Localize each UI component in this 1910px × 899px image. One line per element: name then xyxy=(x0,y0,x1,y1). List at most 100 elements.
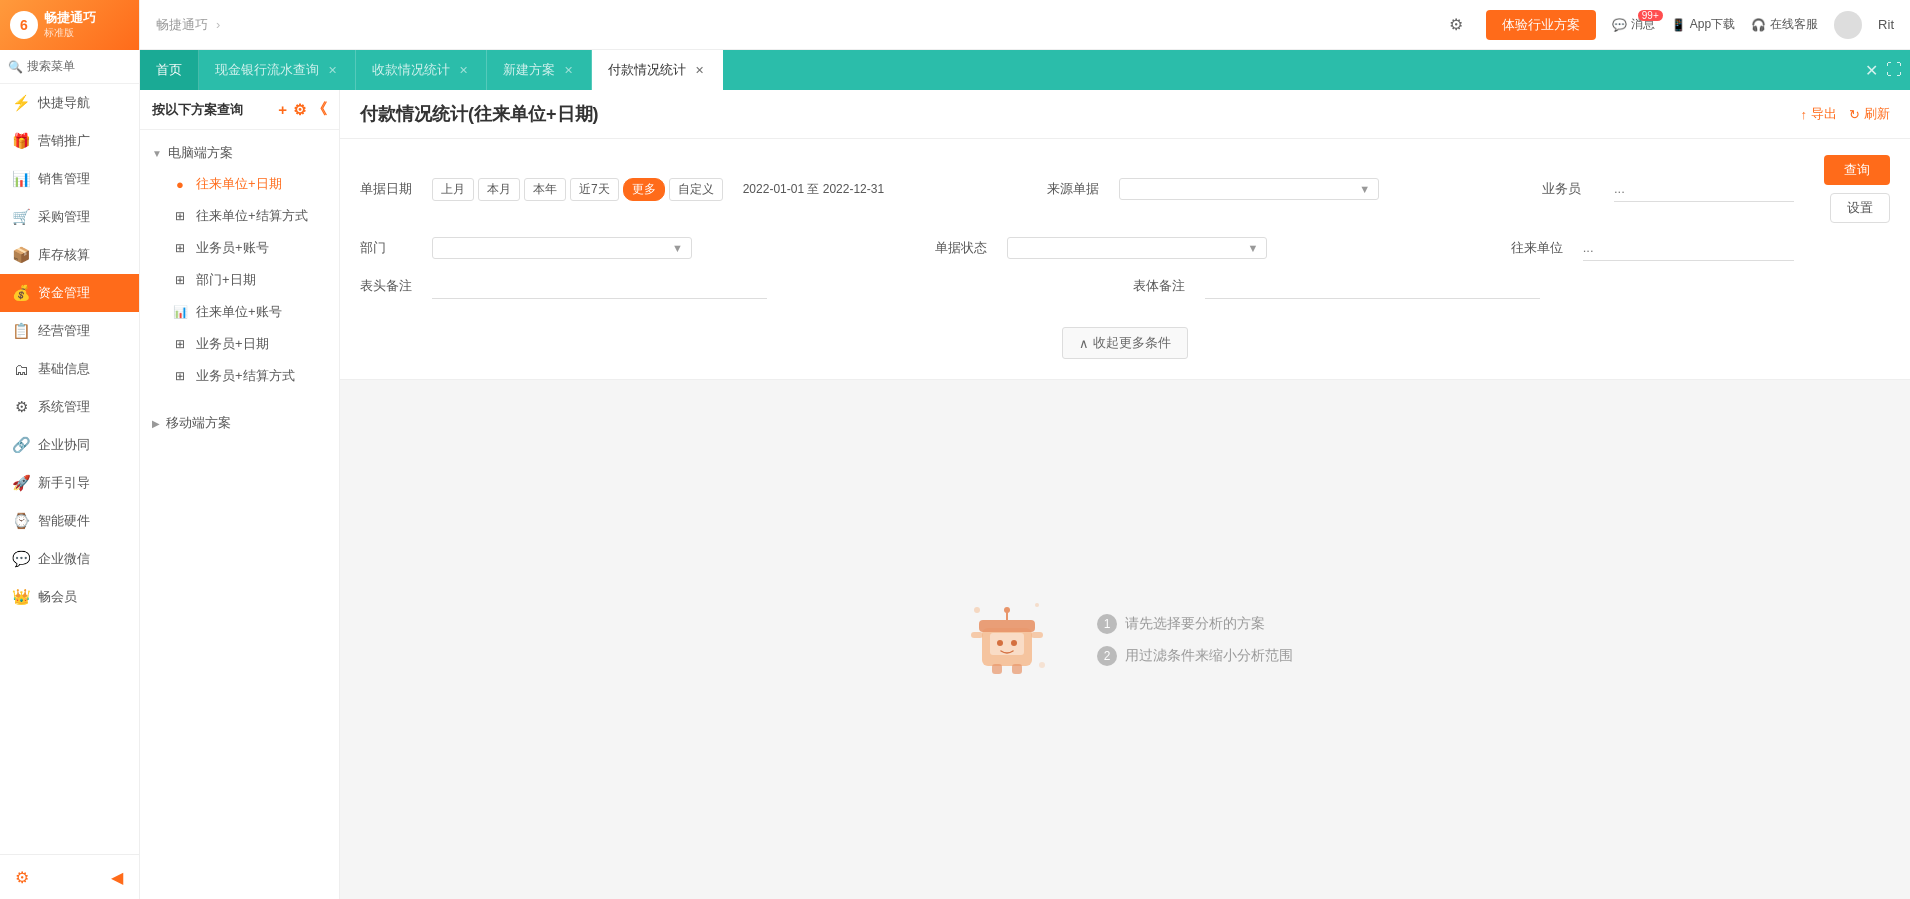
date-btn-last-7[interactable]: 近7天 xyxy=(570,178,619,201)
topbar-username[interactable]: Rit xyxy=(1878,17,1894,32)
sidebar-item-wechat[interactable]: 💬 企业微信 xyxy=(0,540,139,578)
tab-home[interactable]: 首页 xyxy=(140,50,199,90)
salesman-filter-label: 业务员 xyxy=(1542,180,1598,198)
sidebar-item-inventory[interactable]: 📦 库存核算 xyxy=(0,236,139,274)
topbar-message[interactable]: 💬 消息 99+ xyxy=(1612,16,1655,33)
scheme-sidebar-header: 按以下方案查询 + ⚙ 《 xyxy=(140,90,339,130)
sidebar-item-label: 采购管理 xyxy=(38,208,90,226)
collapse-more-btn[interactable]: ∧ 收起更多条件 xyxy=(1062,327,1188,359)
tabbar: 首页 现金银行流水查询 ✕ 收款情况统计 ✕ 新建方案 ✕ 付款情况统计 ✕ ✕… xyxy=(140,50,1910,90)
partner-input[interactable] xyxy=(1583,235,1794,261)
tab-close-bank-flow[interactable]: ✕ xyxy=(325,63,339,77)
receipt-status-select[interactable]: ▼ xyxy=(1007,237,1267,259)
tab-close-new-scheme[interactable]: ✕ xyxy=(561,63,575,77)
topbar-avatar[interactable] xyxy=(1834,11,1862,39)
refresh-button[interactable]: ↻ 刷新 xyxy=(1849,105,1890,123)
sidebar-item-basic-info[interactable]: 🗂 基础信息 xyxy=(0,350,139,388)
sidebar-item-system[interactable]: ⚙ 系统管理 xyxy=(0,388,139,426)
table-body-note-input[interactable] xyxy=(1205,273,1540,299)
sidebar-header: 6 畅捷通巧 标准版 xyxy=(0,0,139,50)
salesman-input[interactable] xyxy=(1614,176,1794,202)
tab-payment-stats[interactable]: 付款情况统计 ✕ xyxy=(592,50,723,90)
svg-rect-10 xyxy=(971,632,983,638)
scheme-item-unit-account[interactable]: 📊 往来单位+账号 xyxy=(140,296,339,328)
empty-tip-2: 2 用过滤条件来缩小分析范围 xyxy=(1097,646,1293,666)
tab-close-all-icon[interactable]: ✕ xyxy=(1865,61,1878,80)
tab-new-scheme[interactable]: 新建方案 ✕ xyxy=(487,50,592,90)
scheme-header-label: 按以下方案查询 xyxy=(152,101,243,119)
date-btn-this-month[interactable]: 本月 xyxy=(478,178,520,201)
tab-expand-icon[interactable]: ⛶ xyxy=(1886,61,1902,79)
date-btn-this-year[interactable]: 本年 xyxy=(524,178,566,201)
scheme-collapse-icon[interactable]: 《 xyxy=(312,100,327,119)
filter-action-col: 查询 设置 xyxy=(1810,155,1890,223)
sidebar-item-enterprise[interactable]: 🔗 企业协同 xyxy=(0,426,139,464)
dept-select[interactable]: ▼ xyxy=(432,237,692,259)
search-label: 搜索菜单 xyxy=(27,58,75,75)
sidebar-item-finance[interactable]: 💰 资金管理 xyxy=(0,274,139,312)
scheme-group-desktop-header[interactable]: ▼ 电脑端方案 xyxy=(140,138,339,168)
table-header-note-input[interactable] xyxy=(432,273,767,299)
source-select[interactable]: ▼ xyxy=(1119,178,1379,200)
tab-close-receipt-stats[interactable]: ✕ xyxy=(456,63,470,77)
sidebar-item-member[interactable]: 👑 畅会员 xyxy=(0,578,139,616)
export-label: 导出 xyxy=(1811,105,1837,123)
export-button[interactable]: ↑ 导出 xyxy=(1801,105,1838,123)
tab-receipt-stats[interactable]: 收款情况统计 ✕ xyxy=(356,50,487,90)
date-btn-custom[interactable]: 自定义 xyxy=(669,178,723,201)
topbar-settings-icon[interactable]: ⚙ xyxy=(1442,11,1470,39)
scheme-item-label: 业务员+账号 xyxy=(196,239,269,257)
trial-button[interactable]: 体验行业方案 xyxy=(1486,10,1596,40)
service-label: 在线客服 xyxy=(1770,16,1818,33)
sidebar-search[interactable]: 🔍 搜索菜单 xyxy=(0,50,139,84)
breadcrumb-arrow: › xyxy=(216,17,220,32)
topbar-app-download[interactable]: 📱 App下载 xyxy=(1671,16,1735,33)
sidebar-item-label: 企业微信 xyxy=(38,550,90,568)
scheme-settings-icon[interactable]: ⚙ xyxy=(293,101,306,119)
topbar-online-service[interactable]: 🎧 在线客服 xyxy=(1751,16,1818,33)
sidebar-item-label: 系统管理 xyxy=(38,398,90,416)
date-btn-last-month[interactable]: 上月 xyxy=(432,178,474,201)
tab-bank-flow[interactable]: 现金银行流水查询 ✕ xyxy=(199,50,356,90)
scheme-item-unit-date[interactable]: ● 往来单位+日期 xyxy=(140,168,339,200)
sidebar-item-quick-nav[interactable]: ⚡ 快捷导航 xyxy=(0,84,139,122)
source-filter-label: 来源单据 xyxy=(1047,180,1103,198)
svg-rect-11 xyxy=(1031,632,1043,638)
hardware-icon: ⌚ xyxy=(12,512,30,530)
sidebar-item-sales[interactable]: 📊 销售管理 xyxy=(0,160,139,198)
sidebar-item-hardware[interactable]: ⌚ 智能硬件 xyxy=(0,502,139,540)
sidebar-item-label: 基础信息 xyxy=(38,360,90,378)
scheme-item-label: 部门+日期 xyxy=(196,271,256,289)
scheme-sidebar: 按以下方案查询 + ⚙ 《 ▼ 电脑端方案 ● 往来单位+日期 ⊞ xyxy=(140,90,340,899)
message-badge: 99+ xyxy=(1638,10,1663,21)
scheme-item-label: 往来单位+日期 xyxy=(196,175,282,193)
scheme-item-staff-account[interactable]: ⊞ 业务员+账号 xyxy=(140,232,339,264)
sidebar-item-guide[interactable]: 🚀 新手引导 xyxy=(0,464,139,502)
footer-collapse-icon[interactable]: ◀ xyxy=(105,865,129,889)
query-button[interactable]: 查询 xyxy=(1824,155,1890,185)
footer-settings-icon[interactable]: ⚙ xyxy=(10,865,34,889)
sidebar-item-label: 新手引导 xyxy=(38,474,90,492)
scheme-item-icon: ⊞ xyxy=(172,272,188,288)
purchase-icon: 🛒 xyxy=(12,208,30,226)
sidebar-item-purchase[interactable]: 🛒 采购管理 xyxy=(0,198,139,236)
page-title: 付款情况统计(往来单位+日期) xyxy=(360,102,599,126)
tab-close-payment-stats[interactable]: ✕ xyxy=(692,63,706,77)
scheme-item-dept-date[interactable]: ⊞ 部门+日期 xyxy=(140,264,339,296)
scheme-item-unit-settle[interactable]: ⊞ 往来单位+结算方式 xyxy=(140,200,339,232)
sidebar-nav: ⚡ 快捷导航 🎁 营销推广 📊 销售管理 🛒 采购管理 📦 库存核算 💰 资金管… xyxy=(0,84,139,854)
scheme-group-label: 移动端方案 xyxy=(166,414,231,432)
date-btn-more[interactable]: 更多 xyxy=(623,178,665,201)
sidebar-item-marketing[interactable]: 🎁 营销推广 xyxy=(0,122,139,160)
sidebar-item-operations[interactable]: 📋 经营管理 xyxy=(0,312,139,350)
scheme-header-actions: + ⚙ 《 xyxy=(278,100,327,119)
tab-label: 收款情况统计 xyxy=(372,61,450,79)
table-body-note-label: 表体备注 xyxy=(1133,277,1189,295)
scheme-item-staff-settle[interactable]: ⊞ 业务员+结算方式 xyxy=(140,360,339,392)
scheme-item-staff-date[interactable]: ⊞ 业务员+日期 xyxy=(140,328,339,360)
filter-settings-button[interactable]: 设置 xyxy=(1830,193,1890,223)
svg-point-7 xyxy=(1011,640,1017,646)
scheme-group-mobile-header[interactable]: ▶ 移动端方案 xyxy=(140,408,339,438)
scheme-add-icon[interactable]: + xyxy=(278,101,287,118)
wechat-icon: 💬 xyxy=(12,550,30,568)
